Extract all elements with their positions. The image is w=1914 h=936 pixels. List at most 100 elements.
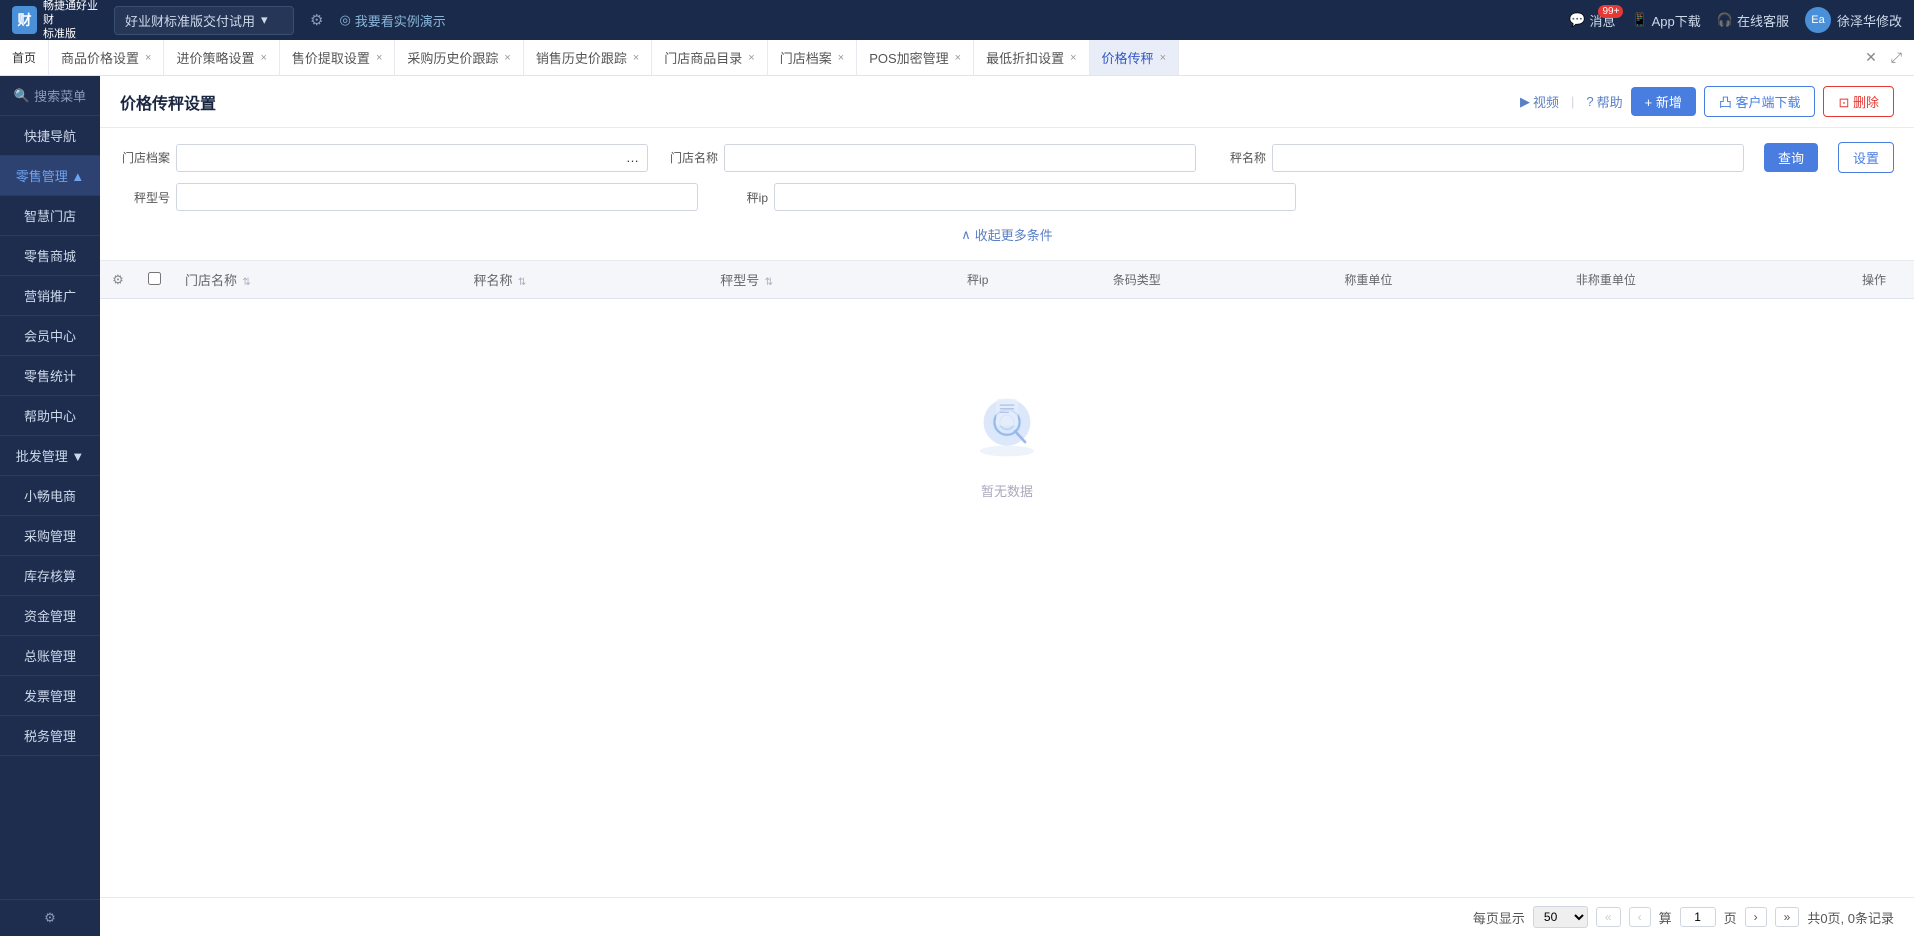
sidebar-item-tax[interactable]: 税务管理 <box>0 716 100 756</box>
total-text: 共0页, 0条记录 <box>1807 908 1894 927</box>
th-operations: 操作 <box>1834 261 1914 299</box>
sidebar-item-member[interactable]: 会员中心 <box>0 316 100 356</box>
tab-home[interactable]: 首页 <box>0 40 49 75</box>
filter-field-scale-ip: 秤ip <box>718 183 1296 211</box>
close-tab-sale-price[interactable]: × <box>376 52 382 64</box>
close-tab-min-discount[interactable]: × <box>1070 52 1076 64</box>
select-all-checkbox[interactable] <box>148 272 161 285</box>
tab-bar-actions: ✕ ⤢ <box>1853 40 1914 75</box>
header-settings-icon[interactable]: ⚙ <box>306 7 327 33</box>
close-tab-goods-price[interactable]: × <box>145 52 151 64</box>
last-page-btn[interactable]: » <box>1775 907 1800 927</box>
scale-model-input[interactable] <box>176 183 698 211</box>
th-barcode-type: 条码类型 <box>1101 261 1333 299</box>
first-page-btn[interactable]: « <box>1596 907 1621 927</box>
sidebar-item-ecommerce[interactable]: 小畅电商 <box>0 476 100 516</box>
query-btn[interactable]: 查询 <box>1764 143 1818 172</box>
sidebar-settings-btn[interactable]: ⚙ <box>0 899 100 936</box>
tab-maximize-btn[interactable]: ⤢ <box>1887 47 1906 68</box>
message-btn[interactable]: 💬 消息 99+ <box>1569 11 1615 30</box>
sort-scale-name-icon[interactable]: ⇅ <box>518 277 526 288</box>
sidebar-item-marketing[interactable]: 营销推广 <box>0 276 100 316</box>
tab-pos-encrypt[interactable]: POS加密管理 × <box>857 40 974 75</box>
close-tab-purchase-strategy[interactable]: × <box>260 52 266 64</box>
tab-goods-price[interactable]: 商品价格设置 × <box>49 40 164 75</box>
sidebar-item-retail-stats[interactable]: 零售统计 <box>0 356 100 396</box>
filter-row-2: 秤型号 秤ip <box>120 183 1894 211</box>
sidebar-item-wholesale[interactable]: 批发管理 ▼ <box>0 436 100 476</box>
pagination-bar: 每页显示 50 10 20 100 « ‹ 算 页 › » 共0页, 0条记录 <box>100 897 1914 936</box>
table-gear-icon[interactable]: ⚙ <box>112 272 124 287</box>
tab-store-profile[interactable]: 门店档案 × <box>768 40 857 75</box>
empty-icon <box>962 379 1052 469</box>
page-title: 价格传秤设置 <box>120 90 216 114</box>
filter-area: 门店档案 … 门店名称 秤名称 查询 <box>100 128 1914 261</box>
sidebar: 🔍 搜索菜单 快捷导航 零售管理 ▲ 智慧门店 零售商城 营销推广 会员中心 零… <box>0 76 100 936</box>
online-service-btn[interactable]: 🎧 在线客服 <box>1717 11 1789 30</box>
sidebar-item-retail-mgmt[interactable]: 零售管理 ▲ <box>0 156 100 196</box>
top-right-area: 💬 消息 99+ 📱 App下载 🎧 在线客服 Ea 徐泽华修改 <box>1569 7 1902 33</box>
store-name-input[interactable] <box>724 144 1196 172</box>
app-selector[interactable]: 好业财标准版交付试用 ▾ <box>114 6 294 35</box>
page-input[interactable] <box>1680 907 1716 927</box>
main-layout: 🔍 搜索菜单 快捷导航 零售管理 ▲ 智慧门店 零售商城 营销推广 会员中心 零… <box>0 76 1914 936</box>
tab-min-discount[interactable]: 最低折扣设置 × <box>974 40 1089 75</box>
tab-sale-price[interactable]: 售价提取设置 × <box>280 40 395 75</box>
video-icon: ▶ <box>1520 94 1530 110</box>
sidebar-search[interactable]: 🔍 搜索菜单 <box>0 76 100 116</box>
close-tab-purchase-history[interactable]: × <box>504 52 510 64</box>
collapse-icon: ∧ <box>961 227 971 243</box>
page-title-bar: 价格传秤设置 ▶ 视频 | ? 帮助 + 新增 凸 客户端下载 ⊡ <box>100 76 1914 128</box>
close-tab-sales-history[interactable]: × <box>633 52 639 64</box>
filter-field-scale-model: 秤型号 <box>120 183 698 211</box>
close-tab-store-catalog[interactable]: × <box>748 52 754 64</box>
filter-field-store-name: 门店名称 <box>668 144 1196 172</box>
sidebar-item-help[interactable]: 帮助中心 <box>0 396 100 436</box>
tab-close-all-btn[interactable]: ✕ <box>1861 47 1881 68</box>
search-icon: 🔍 <box>14 88 30 104</box>
sidebar-item-ledger[interactable]: 总账管理 <box>0 636 100 676</box>
sidebar-item-quicknav[interactable]: 快捷导航 <box>0 116 100 156</box>
page-size-select[interactable]: 50 10 20 100 <box>1533 906 1588 928</box>
sort-scale-model-icon[interactable]: ⇅ <box>765 277 773 288</box>
sort-store-name-icon[interactable]: ⇅ <box>242 277 250 288</box>
sidebar-item-inventory[interactable]: 库存核算 <box>0 556 100 596</box>
download-btn[interactable]: 凸 客户端下载 <box>1704 86 1816 117</box>
close-tab-price-scale[interactable]: × <box>1160 52 1166 64</box>
next-page-btn[interactable]: › <box>1745 907 1767 927</box>
page-actions: ▶ 视频 | ? 帮助 + 新增 凸 客户端下载 ⊡ 删除 <box>1520 86 1894 117</box>
close-tab-pos-encrypt[interactable]: × <box>955 52 961 64</box>
user-menu-btn[interactable]: Ea 徐泽华修改 <box>1805 7 1902 33</box>
collapse-btn[interactable]: ∧ 收起更多条件 <box>945 221 1069 248</box>
sidebar-item-finance[interactable]: 资金管理 <box>0 596 100 636</box>
th-weight-unit: 称重单位 <box>1332 261 1564 299</box>
demo-btn[interactable]: ◎ 我要看实例演示 <box>339 11 445 30</box>
prev-page-btn[interactable]: ‹ <box>1629 907 1651 927</box>
tab-bar: 首页 商品价格设置 × 进价策略设置 × 售价提取设置 × 采购历史价跟踪 × … <box>0 40 1914 76</box>
help-icon: ? <box>1586 94 1593 109</box>
tab-sales-history[interactable]: 销售历史价跟踪 × <box>524 40 652 75</box>
set-btn[interactable]: 设置 <box>1838 142 1894 173</box>
sidebar-item-retail-mall[interactable]: 零售商城 <box>0 236 100 276</box>
tab-price-scale[interactable]: 价格传秤 × <box>1090 40 1179 75</box>
add-btn[interactable]: + 新增 <box>1631 87 1696 116</box>
scale-name-input[interactable] <box>1272 144 1744 172</box>
sidebar-item-purchase-mgmt[interactable]: 采购管理 <box>0 516 100 556</box>
store-profile-picker[interactable]: … <box>176 144 648 172</box>
sidebar-item-invoice[interactable]: 发票管理 <box>0 676 100 716</box>
sidebar-item-smart-store[interactable]: 智慧门店 <box>0 196 100 236</box>
table-container: ⚙ 门店名称 ⇅ 秤名称 ⇅ <box>100 261 1914 897</box>
logo-text: 畅捷通好业财 标准版 <box>43 0 102 41</box>
scale-ip-input[interactable] <box>774 183 1296 211</box>
app-download-btn[interactable]: 📱 App下载 <box>1631 11 1700 30</box>
delete-btn[interactable]: ⊡ 删除 <box>1823 86 1894 117</box>
th-store-name: 门店名称 ⇅ <box>173 261 462 299</box>
tab-store-catalog[interactable]: 门店商品目录 × <box>652 40 767 75</box>
close-tab-store-profile[interactable]: × <box>838 52 844 64</box>
tab-purchase-history[interactable]: 采购历史价跟踪 × <box>395 40 523 75</box>
tab-purchase-strategy[interactable]: 进价策略设置 × <box>164 40 279 75</box>
video-link[interactable]: ▶ 视频 <box>1520 92 1559 111</box>
help-link[interactable]: ? 帮助 <box>1586 92 1622 111</box>
content-area: 价格传秤设置 ▶ 视频 | ? 帮助 + 新增 凸 客户端下载 ⊡ <box>100 76 1914 936</box>
empty-text: 暂无数据 <box>981 481 1033 500</box>
